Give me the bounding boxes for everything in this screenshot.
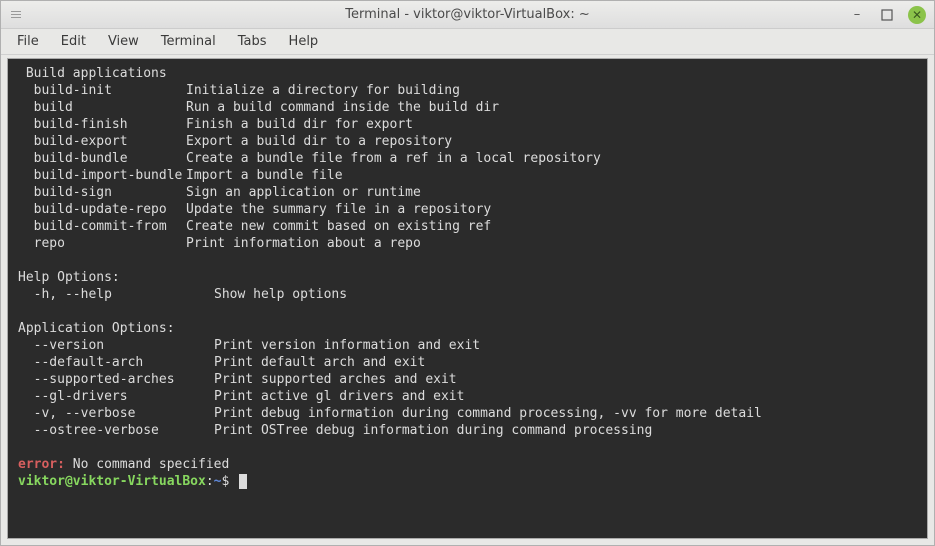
command-key: --supported-arches — [18, 371, 214, 388]
menubar: File Edit View Terminal Tabs Help — [1, 29, 934, 55]
output-row: build-signSign an application or runtime — [18, 184, 917, 201]
menu-tabs[interactable]: Tabs — [228, 31, 277, 52]
drag-handle-icon — [11, 11, 21, 18]
titlebar[interactable]: Terminal - viktor@viktor-VirtualBox: ~ –… — [1, 1, 934, 29]
terminal-output[interactable]: Build applications build-initInitialize … — [7, 58, 928, 539]
prompt-line[interactable]: viktor@viktor-VirtualBox:~$ — [18, 473, 917, 490]
output-row: --supported-archesPrint supported arches… — [18, 371, 917, 388]
command-desc: Update the summary file in a repository — [186, 201, 491, 218]
command-desc: Finish a build dir for export — [186, 116, 413, 133]
command-desc: Run a build command inside the build dir — [186, 99, 499, 116]
maximize-button[interactable] — [878, 6, 896, 24]
output-row: --versionPrint version information and e… — [18, 337, 917, 354]
error-text: No command specified — [65, 457, 229, 472]
command-key: --ostree-verbose — [18, 422, 214, 439]
command-key: build-finish — [18, 116, 186, 133]
output-row: buildRun a build command inside the buil… — [18, 99, 917, 116]
close-button[interactable]: ✕ — [908, 6, 926, 24]
output-row: --ostree-verbosePrint OSTree debug infor… — [18, 422, 917, 439]
menu-edit[interactable]: Edit — [51, 31, 96, 52]
command-key: build-import-bundle — [18, 167, 186, 184]
window-controls: – ✕ — [848, 6, 926, 24]
command-desc: Create a bundle file from a ref in a loc… — [186, 150, 601, 167]
build-commands-list: build-initInitialize a directory for bui… — [18, 82, 917, 252]
output-row: --gl-driversPrint active gl drivers and … — [18, 388, 917, 405]
command-desc: Print version information and exit — [214, 337, 480, 354]
blank-line — [18, 252, 917, 269]
blank-line — [18, 439, 917, 456]
prompt-path: ~ — [214, 474, 222, 489]
output-row: build-bundleCreate a bundle file from a … — [18, 150, 917, 167]
error-prefix: error: — [18, 457, 65, 472]
output-row: --default-archPrint default arch and exi… — [18, 354, 917, 371]
cursor-icon — [239, 474, 247, 489]
terminal-window: Terminal - viktor@viktor-VirtualBox: ~ –… — [0, 0, 935, 546]
menu-view[interactable]: View — [98, 31, 149, 52]
error-line: error: No command specified — [18, 456, 917, 473]
output-row: build-import-bundleImport a bundle file — [18, 167, 917, 184]
command-key: build — [18, 99, 186, 116]
command-key: build-sign — [18, 184, 186, 201]
menu-help[interactable]: Help — [279, 31, 329, 52]
prompt-sep: : — [206, 474, 214, 489]
command-key: build-commit-from — [18, 218, 186, 235]
app-header: Application Options: — [18, 320, 917, 337]
prompt-user: viktor@viktor-VirtualBox — [18, 474, 206, 489]
blank-line — [18, 303, 917, 320]
section-header: Build applications — [18, 65, 917, 82]
command-desc: Print debug information during command p… — [214, 405, 762, 422]
menu-terminal[interactable]: Terminal — [151, 31, 226, 52]
command-desc: Export a build dir to a repository — [186, 133, 452, 150]
output-row: repoPrint information about a repo — [18, 235, 917, 252]
command-desc: Show help options — [214, 286, 347, 303]
command-desc: Sign an application or runtime — [186, 184, 421, 201]
command-desc: Initialize a directory for building — [186, 82, 460, 99]
output-row: build-commit-fromCreate new commit based… — [18, 218, 917, 235]
command-desc: Create new commit based on existing ref — [186, 218, 491, 235]
command-key: --version — [18, 337, 214, 354]
help-options-list: -h, --helpShow help options — [18, 286, 917, 303]
command-desc: Print OSTree debug information during co… — [214, 422, 652, 439]
window-title: Terminal - viktor@viktor-VirtualBox: ~ — [1, 7, 934, 22]
help-header: Help Options: — [18, 269, 917, 286]
output-row: -h, --helpShow help options — [18, 286, 917, 303]
menu-file[interactable]: File — [7, 31, 49, 52]
command-desc: Print information about a repo — [186, 235, 421, 252]
output-row: -v, --verbosePrint debug information dur… — [18, 405, 917, 422]
command-key: --default-arch — [18, 354, 214, 371]
output-row: build-exportExport a build dir to a repo… — [18, 133, 917, 150]
command-key: build-export — [18, 133, 186, 150]
command-desc: Print supported arches and exit — [214, 371, 457, 388]
command-desc: Print default arch and exit — [214, 354, 425, 371]
output-row: build-update-repoUpdate the summary file… — [18, 201, 917, 218]
command-key: --gl-drivers — [18, 388, 214, 405]
command-key: -h, --help — [18, 286, 214, 303]
command-desc: Import a bundle file — [186, 167, 343, 184]
command-key: repo — [18, 235, 186, 252]
command-key: build-init — [18, 82, 186, 99]
output-row: build-finishFinish a build dir for expor… — [18, 116, 917, 133]
prompt-dollar: $ — [222, 474, 238, 489]
command-desc: Print active gl drivers and exit — [214, 388, 464, 405]
command-key: build-update-repo — [18, 201, 186, 218]
app-options-list: --versionPrint version information and e… — [18, 337, 917, 439]
output-row: build-initInitialize a directory for bui… — [18, 82, 917, 99]
command-key: build-bundle — [18, 150, 186, 167]
minimize-button[interactable]: – — [848, 6, 866, 24]
command-key: -v, --verbose — [18, 405, 214, 422]
